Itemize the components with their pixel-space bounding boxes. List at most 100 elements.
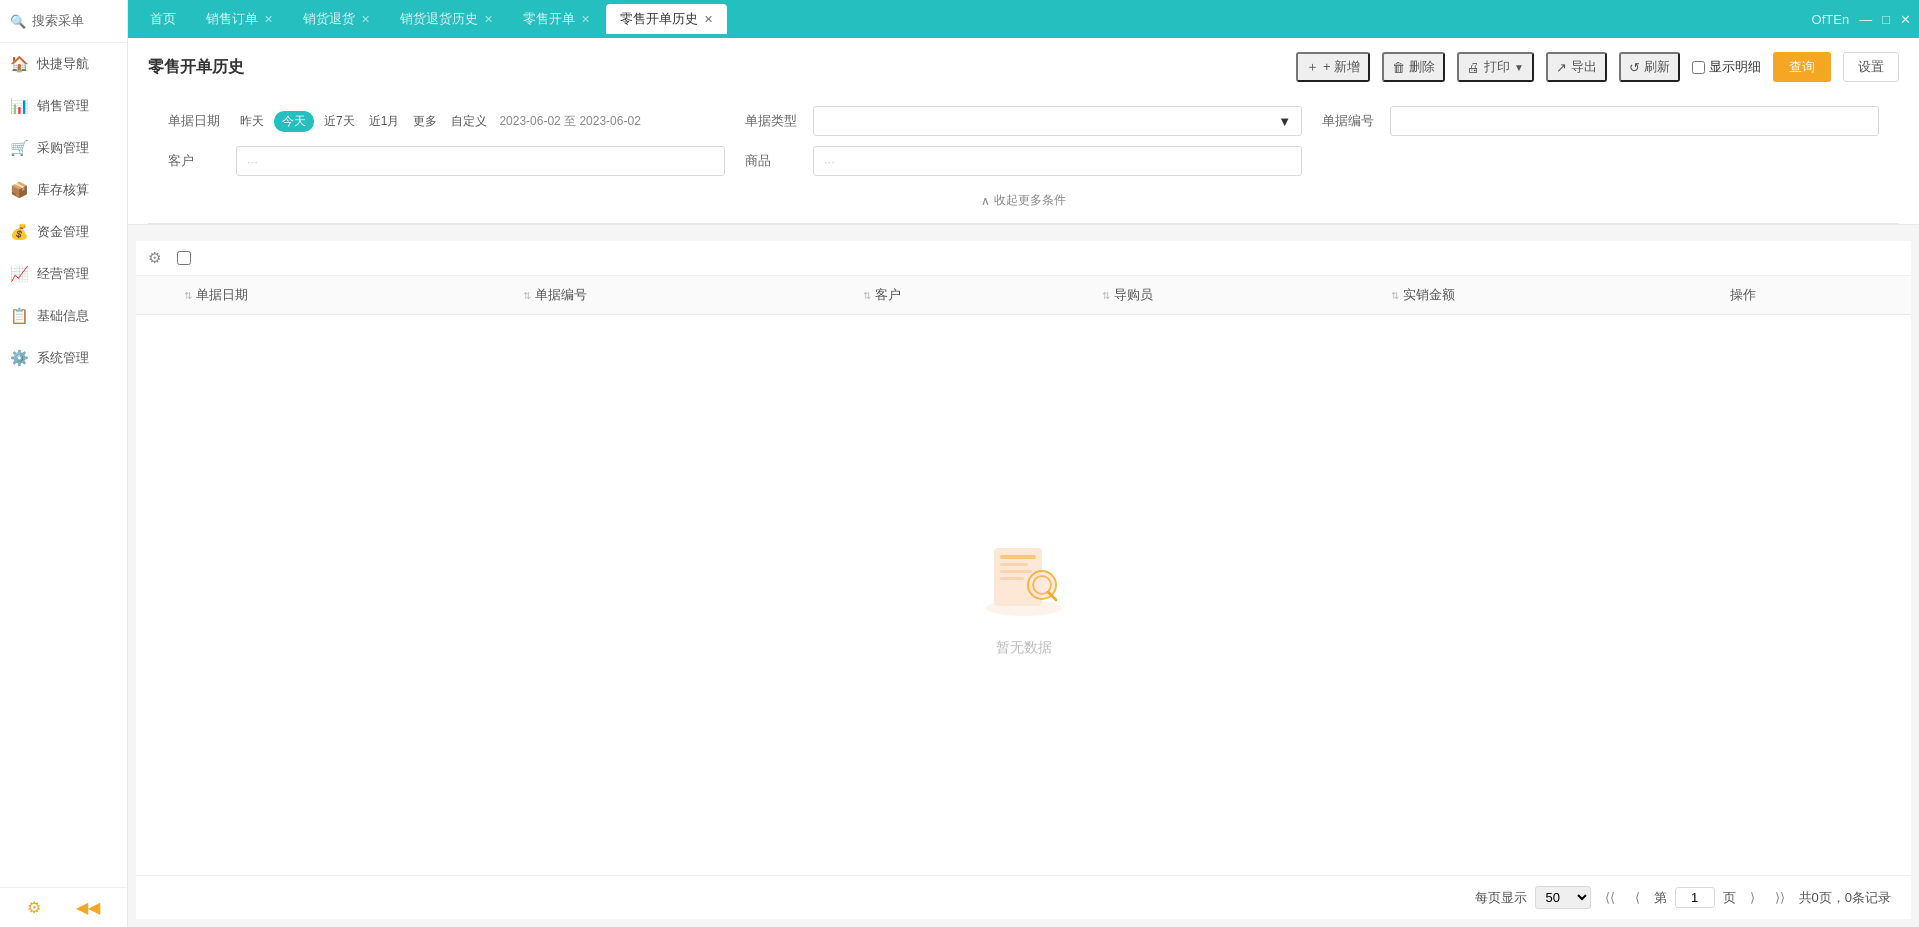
add-button[interactable]: ＋ + 新增: [1296, 52, 1370, 82]
collapse-up-icon: ∧: [981, 194, 990, 208]
tab-home[interactable]: 首页: [136, 4, 190, 34]
operations-icon: 📈: [10, 265, 29, 283]
date-btn-近7天[interactable]: 近7天: [320, 111, 359, 132]
page-input[interactable]: [1675, 887, 1715, 908]
content-body: ⚙ ⇅单据日期⇅单据编号⇅客户⇅导购员⇅实销金额操作: [128, 225, 1919, 927]
query-button[interactable]: 查询: [1773, 52, 1831, 82]
tab-close-sales-return[interactable]: ✕: [361, 13, 370, 26]
filter-goods-item: 商品 ···: [745, 146, 1302, 176]
svg-rect-2: [1000, 555, 1036, 559]
filter-row-1: 单据日期 昨天今天近7天近1月更多自定义 2023-06-02 至 2023-0…: [168, 106, 1879, 136]
sidebar-item-inventory[interactable]: 📦库存核算: [0, 169, 127, 211]
goods-input[interactable]: ···: [813, 146, 1302, 176]
window-minimize-icon[interactable]: —: [1859, 12, 1872, 27]
th-customer[interactable]: ⇅客户: [851, 276, 1090, 315]
page-last-icon[interactable]: ⟩⟩: [1769, 888, 1791, 907]
date-btn-今天[interactable]: 今天: [274, 111, 314, 132]
sort-icon-number: ⇅: [523, 290, 531, 301]
page-title-row: 零售开单历史 ＋ + 新增 🗑 删除 🖨 打印 ▼: [148, 52, 1899, 82]
tab-label-retail-open: 零售开单: [523, 10, 575, 28]
sidebar-item-label: 销售管理: [37, 97, 89, 115]
window-maximize-icon[interactable]: □: [1882, 12, 1890, 27]
display-detail-input[interactable]: [1692, 61, 1705, 74]
purchase-mgmt-icon: 🛒: [10, 139, 29, 157]
empty-text: 暂无数据: [996, 639, 1052, 657]
collapse-sidebar-icon[interactable]: ◀◀: [76, 898, 100, 917]
date-range-value: 2023-06-02 至 2023-06-02: [499, 113, 640, 130]
tab-sales-return[interactable]: 销货退货 ✕: [289, 4, 384, 34]
sidebar-item-sales-mgmt[interactable]: 📊销售管理: [0, 85, 127, 127]
sidebar-item-system[interactable]: ⚙️系统管理: [0, 337, 127, 379]
sidebar-item-finance[interactable]: 💰资金管理: [0, 211, 127, 253]
sidebar-item-operations[interactable]: 📈 经营管理: [0, 253, 127, 295]
date-btn-昨天[interactable]: 昨天: [236, 111, 268, 132]
date-btn-近1月[interactable]: 近1月: [365, 111, 404, 132]
print-button[interactable]: 🖨 打印 ▼: [1457, 52, 1534, 82]
inventory-icon: 📦: [10, 181, 29, 199]
refresh-button[interactable]: ↺ 刷新: [1619, 52, 1680, 82]
tab-close-retail-open[interactable]: ✕: [581, 13, 590, 26]
sidebar-item-label: 采购管理: [37, 139, 89, 157]
tab-label-retail-open-history: 零售开单历史: [620, 10, 698, 28]
type-select[interactable]: ▼: [813, 106, 1302, 136]
type-select-arrow: ▼: [1278, 114, 1291, 129]
tab-retail-open-history[interactable]: 零售开单历史 ✕: [606, 4, 727, 34]
filter-number-item: 单据编号: [1322, 106, 1879, 136]
date-btn-更多[interactable]: 更多: [409, 111, 441, 132]
page-next-icon[interactable]: ⟩: [1744, 888, 1761, 907]
goods-filter-label: 商品: [745, 152, 805, 170]
tab-close-sales-return-history[interactable]: ✕: [484, 13, 493, 26]
th-number[interactable]: ⇅单据编号: [511, 276, 850, 315]
settings-button[interactable]: 设置: [1843, 52, 1899, 82]
th-date[interactable]: ⇅单据日期: [172, 276, 511, 315]
tab-close-retail-open-history[interactable]: ✕: [704, 13, 713, 26]
per-page-select[interactable]: 50 20 100: [1535, 886, 1591, 909]
filter-date-item: 单据日期 昨天今天近7天近1月更多自定义 2023-06-02 至 2023-0…: [168, 111, 725, 132]
basic-info-icon: 📋: [10, 307, 29, 325]
tab-label-sales-return: 销货退货: [303, 10, 355, 28]
th-guide[interactable]: ⇅导购员: [1090, 276, 1379, 315]
finance-icon: 💰: [10, 223, 29, 241]
print-icon: 🖨: [1467, 60, 1480, 75]
tab-sales-return-history[interactable]: 销货退货历史✕: [386, 4, 507, 34]
print-dropdown-icon: ▼: [1514, 62, 1524, 73]
date-btn-自定义[interactable]: 自定义: [447, 111, 491, 132]
display-detail-checkbox[interactable]: 显示明细: [1692, 58, 1761, 76]
table-settings-icon[interactable]: ⚙: [148, 249, 161, 267]
sort-icon-date: ⇅: [184, 290, 192, 301]
settings-bottom-icon[interactable]: ⚙: [27, 898, 41, 917]
th-amount[interactable]: ⇅实销金额: [1379, 276, 1718, 315]
window-close-icon[interactable]: ✕: [1900, 12, 1911, 27]
number-input[interactable]: [1390, 106, 1879, 136]
date-quick-btns: 昨天今天近7天近1月更多自定义: [236, 111, 491, 132]
collapse-bar[interactable]: ∧ 收起更多条件: [168, 186, 1879, 211]
filter-row-2: 客户 ··· 商品 ···: [168, 146, 1879, 176]
tab-retail-open[interactable]: 零售开单 ✕: [509, 4, 604, 34]
pagination: 每页显示 50 20 100 ⟨⟨ ⟨ 第 页 ⟩ ⟩⟩ 共0页，0条记录: [136, 875, 1911, 919]
sidebar-search-label: 搜索采单: [32, 12, 84, 30]
quick-nav-icon: 🏠: [10, 55, 29, 73]
select-all-checkbox[interactable]: [177, 251, 191, 265]
export-button[interactable]: ↗ 导出: [1546, 52, 1607, 82]
number-filter-label: 单据编号: [1322, 112, 1382, 130]
filter-customer-item: 客户 ···: [168, 146, 725, 176]
customer-input[interactable]: ···: [236, 146, 725, 176]
page-first-icon[interactable]: ⟨⟨: [1599, 888, 1621, 907]
sidebar-item-quick-nav[interactable]: 🏠快捷导航: [0, 43, 127, 85]
page-prev-icon[interactable]: ⟨: [1629, 888, 1646, 907]
page-header: 零售开单历史 ＋ + 新增 🗑 删除 🖨 打印 ▼: [128, 38, 1919, 225]
tab-close-sales-order[interactable]: ✕: [264, 13, 273, 26]
search-icon: 🔍: [10, 14, 26, 29]
sidebar-item-label: 系统管理: [37, 349, 89, 367]
tab-sales-order[interactable]: 销售订单 ✕: [192, 4, 287, 34]
page-label: 第: [1654, 889, 1667, 907]
sidebar-search[interactable]: 🔍 搜索采单: [0, 0, 127, 43]
delete-button[interactable]: 🗑 删除: [1382, 52, 1445, 82]
sidebar-item-basic-info[interactable]: 📋基础信息: [0, 295, 127, 337]
tab-label-sales-order: 销售订单: [206, 10, 258, 28]
tab-bar-right: OfTEn — □ ✕: [1812, 12, 1911, 27]
sidebar-item-purchase-mgmt[interactable]: 🛒 采购管理: [0, 127, 127, 169]
empty-state: 暂无数据: [136, 315, 1911, 875]
sidebar-item-label: 经营管理: [37, 265, 89, 283]
svg-rect-3: [1000, 563, 1028, 566]
